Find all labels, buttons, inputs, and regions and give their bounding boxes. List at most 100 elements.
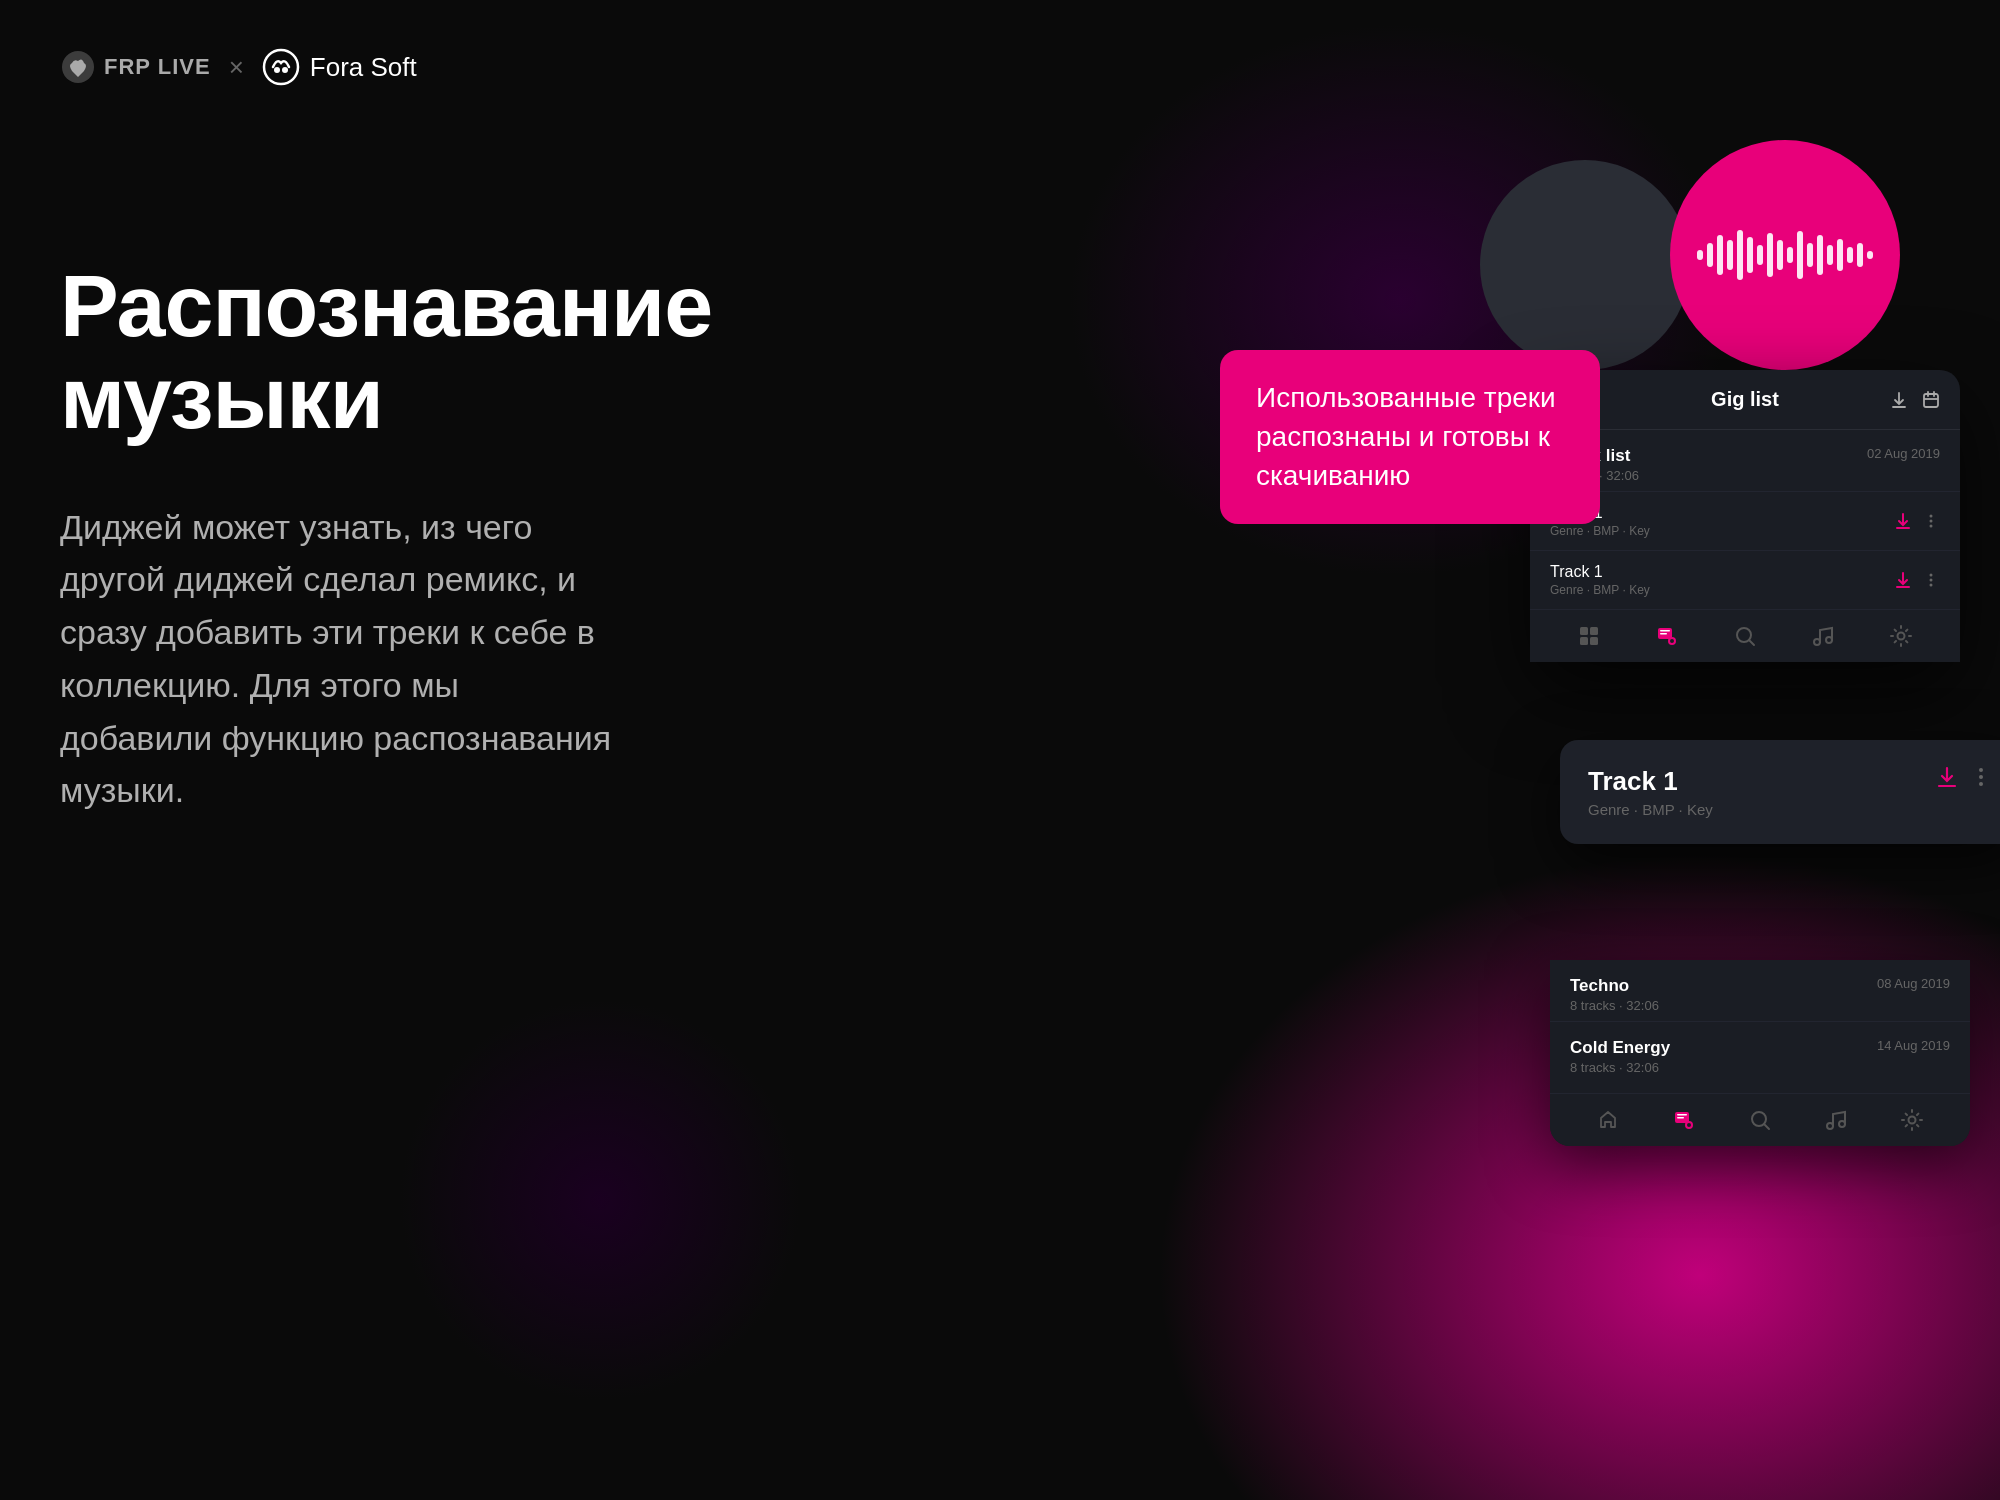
- svg-rect-6: [1717, 235, 1723, 275]
- header: FRP LIVE × Fora Soft: [60, 48, 417, 86]
- svg-point-33: [1930, 579, 1933, 582]
- svg-point-51: [1979, 775, 1983, 779]
- track-2-info: Track 1 Genre · BMP · Key: [1550, 563, 1650, 597]
- svg-rect-4: [1697, 250, 1703, 260]
- remix-date: 02 Aug 2019: [1867, 446, 1940, 461]
- nav-settings-icon[interactable]: [1889, 624, 1913, 648]
- frp-logo: FRP LIVE: [60, 49, 211, 85]
- svg-line-45: [1749, 640, 1754, 645]
- svg-point-50: [1979, 768, 1983, 772]
- svg-point-1: [264, 50, 298, 84]
- svg-rect-55: [1677, 1117, 1684, 1119]
- track-item-2: Track 1 Genre · BMP · Key: [1530, 550, 1960, 609]
- nav2-tracks-icon[interactable]: [1824, 1108, 1848, 1132]
- techno-meta: 8 tracks · 32:06: [1570, 998, 1659, 1013]
- svg-point-29: [1930, 520, 1933, 523]
- description: Диджей может узнать, из чего другой дидж…: [60, 501, 620, 817]
- nav2-gig-icon[interactable]: [1596, 1108, 1620, 1132]
- app-lower-list: Techno 8 tracks · 32:06 08 Aug 2019 Cold…: [1550, 960, 1970, 1146]
- frp-icon: [60, 49, 96, 85]
- svg-point-46: [1814, 639, 1820, 645]
- techno-date: 08 Aug 2019: [1877, 976, 1950, 991]
- svg-rect-11: [1767, 233, 1773, 277]
- svg-rect-10: [1757, 245, 1763, 265]
- svg-rect-19: [1847, 247, 1853, 263]
- svg-rect-9: [1747, 237, 1753, 273]
- title-line2: музыки: [60, 348, 383, 447]
- svg-line-59: [1764, 1124, 1769, 1129]
- expanded-download-icon[interactable]: [1936, 766, 1958, 788]
- app-title: Gig list: [1711, 388, 1779, 411]
- svg-rect-37: [1580, 637, 1588, 645]
- track-2-more-icon[interactable]: [1922, 571, 1940, 589]
- expanded-track-meta: Genre · BMP · Key: [1588, 801, 1713, 818]
- track-1-meta: Genre · BMP · Key: [1550, 524, 1650, 538]
- expanded-track-actions: [1936, 766, 1992, 788]
- track-1-actions: [1894, 512, 1940, 530]
- list-group-techno-header: Techno 8 tracks · 32:06 08 Aug 2019: [1570, 976, 1950, 1013]
- svg-rect-14: [1797, 231, 1803, 279]
- svg-rect-36: [1590, 627, 1598, 635]
- track-2-name: Track 1: [1550, 563, 1650, 581]
- nav2-music-active-icon[interactable]: [1672, 1108, 1696, 1132]
- svg-rect-40: [1660, 630, 1670, 632]
- svg-point-57: [1687, 1123, 1691, 1127]
- svg-rect-54: [1677, 1114, 1687, 1116]
- right-section: Использованные треки распознаны и готовы…: [1240, 100, 1940, 1300]
- nav-music-active-icon[interactable]: [1655, 624, 1679, 648]
- calendar-icon: [1922, 391, 1940, 409]
- chat-bubble: Использованные треки распознаны и готовы…: [1220, 350, 1600, 524]
- track-1-more-icon[interactable]: [1922, 512, 1940, 530]
- title-line1: Распознавание: [60, 256, 712, 355]
- main-title: Распознавание музыки: [60, 260, 620, 445]
- svg-rect-16: [1817, 235, 1823, 275]
- track-2-download-icon[interactable]: [1894, 571, 1912, 589]
- svg-rect-35: [1580, 627, 1588, 635]
- fora-logo: Fora Soft: [262, 48, 417, 86]
- svg-rect-17: [1827, 245, 1833, 265]
- svg-point-30: [1930, 525, 1933, 528]
- track-2-actions: [1894, 571, 1940, 589]
- circle-pink: [1670, 140, 1900, 370]
- svg-point-28: [1930, 515, 1933, 518]
- list-group-techno: Techno 8 tracks · 32:06 08 Aug 2019: [1550, 960, 1970, 1021]
- svg-rect-23: [1924, 394, 1938, 407]
- cold-energy-title: Cold Energy: [1570, 1038, 1670, 1058]
- cold-energy-meta: 8 tracks · 32:06: [1570, 1060, 1670, 1075]
- svg-rect-8: [1737, 230, 1743, 280]
- bottom-nav: [1530, 609, 1960, 662]
- download-header-icon: [1890, 391, 1908, 409]
- list-group-remix-header: Remix list 8 tracks · 32:06 02 Aug 2019: [1550, 446, 1940, 483]
- cold-energy-info: Cold Energy 8 tracks · 32:06: [1570, 1038, 1670, 1075]
- svg-rect-5: [1707, 243, 1713, 267]
- expanded-track-name: Track 1: [1588, 766, 1713, 797]
- svg-point-2: [274, 67, 280, 73]
- nav-gig-icon[interactable]: [1577, 624, 1601, 648]
- svg-rect-21: [1867, 251, 1873, 259]
- svg-point-60: [1827, 1123, 1833, 1129]
- svg-point-62: [1909, 1117, 1916, 1124]
- svg-point-32: [1930, 574, 1933, 577]
- svg-rect-7: [1727, 240, 1733, 270]
- fora-soft-label: Fora Soft: [310, 52, 417, 83]
- svg-rect-15: [1807, 243, 1813, 267]
- track-1-download-icon[interactable]: [1894, 512, 1912, 530]
- nav-search-icon[interactable]: [1733, 624, 1757, 648]
- svg-point-3: [282, 67, 288, 73]
- svg-point-47: [1826, 637, 1832, 643]
- nav-tracks-icon[interactable]: [1811, 624, 1835, 648]
- left-section: Распознавание музыки Диджей может узнать…: [60, 260, 620, 817]
- expanded-more-icon[interactable]: [1970, 766, 1992, 788]
- nav2-settings-icon[interactable]: [1900, 1108, 1924, 1132]
- svg-rect-20: [1857, 243, 1863, 267]
- svg-rect-13: [1787, 247, 1793, 263]
- expanded-track-info: Track 1 Genre · BMP · Key: [1588, 766, 1713, 818]
- svg-point-52: [1979, 782, 1983, 786]
- svg-rect-38: [1590, 637, 1598, 645]
- svg-point-61: [1839, 1121, 1845, 1127]
- svg-rect-18: [1837, 239, 1843, 271]
- separator: ×: [229, 52, 244, 83]
- techno-title: Techno: [1570, 976, 1659, 996]
- nav2-search-icon[interactable]: [1748, 1108, 1772, 1132]
- svg-point-34: [1930, 584, 1933, 587]
